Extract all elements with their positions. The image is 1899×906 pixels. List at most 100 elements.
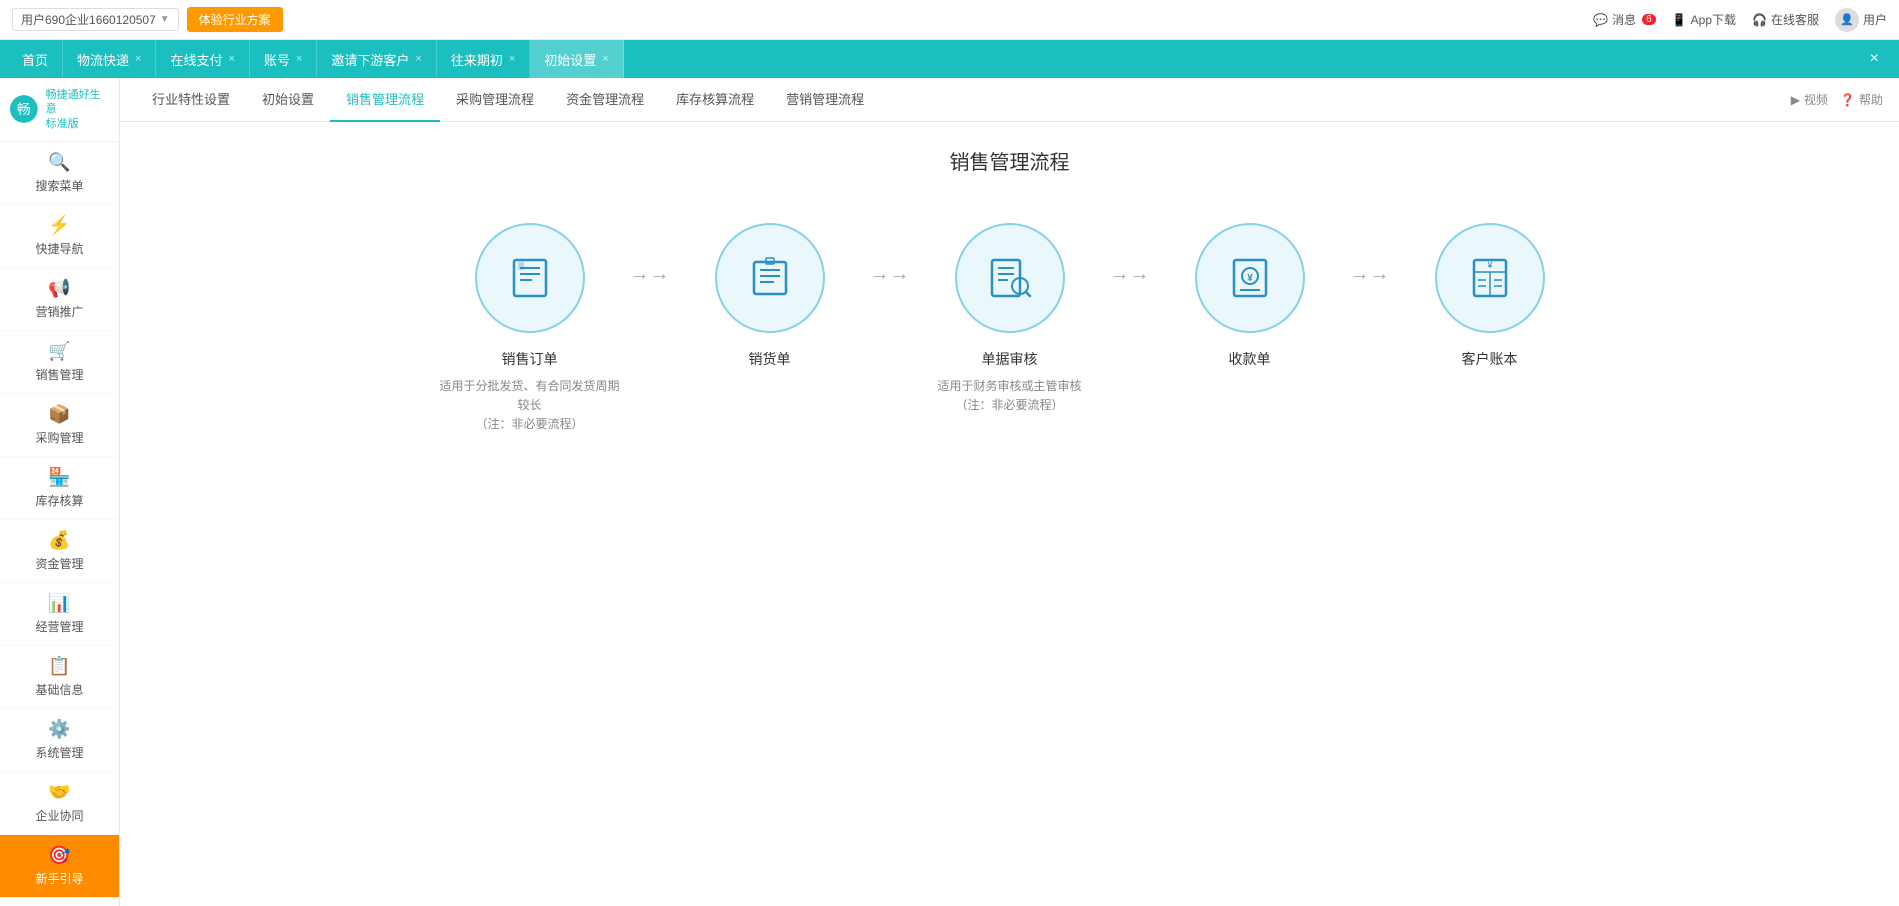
help-label: 帮助 (1859, 91, 1883, 108)
tab-payment-close[interactable]: × (228, 53, 234, 65)
receipt-name: 收款单 (1229, 349, 1271, 369)
quicknav-icon: ⚡ (48, 215, 70, 236)
sidebar-item-marketing[interactable]: 📢 营销推广 (0, 268, 119, 331)
avatar: 👤 (1835, 8, 1859, 32)
headset-icon: 🎧 (1752, 13, 1767, 27)
trial-button[interactable]: 体验行业方案 (187, 7, 283, 32)
system-icon: ⚙️ (48, 719, 70, 740)
video-help[interactable]: ▶ 视频 (1791, 91, 1828, 108)
app-download-item[interactable]: 📱 App下载 (1672, 11, 1736, 28)
tab-logistics-close[interactable]: × (135, 53, 141, 65)
content-area: 行业特性设置 初始设置 销售管理流程 采购管理流程 资金管理流程 库存核算流程 … (120, 78, 1899, 906)
tab-account-close[interactable]: × (296, 53, 302, 65)
sidebar-inventory-label: 库存核算 (35, 492, 83, 509)
tab-invite-close[interactable]: × (415, 53, 421, 65)
tab-payment-label: 在线支付 (170, 50, 222, 69)
tab-setup-label: 初始设置 (544, 50, 596, 69)
question-icon: ❓ (1840, 93, 1855, 107)
sidebar-item-base[interactable]: 📋 基础信息 (0, 646, 119, 709)
delivery-circle (715, 223, 825, 333)
sidebar-item-finance[interactable]: 💰 资金管理 (0, 520, 119, 583)
user-select[interactable]: 用户690企业1660120507 ▼ (12, 8, 179, 31)
tab-invite-label: 邀请下游客户 (331, 50, 409, 69)
sidebar-item-corp-collab[interactable]: 🤝 企业协同 (0, 772, 119, 835)
tab-setup[interactable]: 初始设置 × (530, 40, 623, 78)
tab-setup-close[interactable]: × (602, 53, 608, 65)
user-avatar-item[interactable]: 👤 用户 (1835, 8, 1887, 32)
sub-tab-marketing-flow[interactable]: 营销管理流程 (770, 78, 880, 122)
newguide-icon: 🎯 (48, 845, 70, 866)
service-item[interactable]: 🎧 在线客服 (1752, 11, 1819, 28)
tab-account[interactable]: 账号 × (250, 40, 317, 78)
search-icon: 🔍 (48, 152, 70, 173)
tab-period[interactable]: 往来期初 × (437, 40, 530, 78)
sidebar-corp-collab-label: 企业协同 (35, 807, 83, 824)
tab-period-close[interactable]: × (509, 53, 515, 65)
video-label: 视频 (1804, 91, 1828, 108)
nav-close-all[interactable]: × (1858, 50, 1891, 68)
sidebar-base-label: 基础信息 (35, 681, 83, 698)
sub-tab-purchase-flow[interactable]: 采购管理流程 (440, 78, 550, 122)
page-content: 销售管理流程 销售订单 (120, 122, 1899, 906)
tab-payment[interactable]: 在线支付 × (156, 40, 249, 78)
tab-period-label: 往来期初 (451, 50, 503, 69)
app-label: App下载 (1691, 11, 1736, 28)
sub-tab-marketing-flow-label: 营销管理流程 (786, 89, 864, 108)
tab-home[interactable]: 首页 (8, 40, 63, 78)
flow-item-ledger: ¥ 客户账本 (1400, 223, 1580, 377)
ledger-name: 客户账本 (1462, 349, 1518, 369)
flow-item-sales-order: 销售订单 适用于分批发货、有合同发货周期较长（注：非必要流程） (440, 223, 620, 435)
sidebar-item-system[interactable]: ⚙️ 系统管理 (0, 709, 119, 772)
top-bar: 用户690企业1660120507 ▼ 体验行业方案 💬 消息 6 📱 App下… (0, 0, 1899, 40)
user-name: 用户 (1863, 11, 1887, 28)
sub-tab-inventory-flow[interactable]: 库存核算流程 (660, 78, 770, 122)
tab-invite[interactable]: 邀请下游客户 × (317, 40, 436, 78)
nav-tabs: 首页 物流快递 × 在线支付 × 账号 × 邀请下游客户 × 往来期初 × 初始… (0, 40, 1899, 78)
sub-tab-industry-label: 行业特性设置 (152, 89, 230, 108)
sidebar-item-inventory[interactable]: 🏪 库存核算 (0, 457, 119, 520)
operations-icon: 📊 (48, 593, 70, 614)
sidebar-search-label: 搜索菜单 (35, 177, 83, 194)
sub-tab-industry[interactable]: 行业特性设置 (136, 78, 246, 122)
corp-collab-icon: 🤝 (48, 782, 70, 803)
sub-tab-sales-flow[interactable]: 销售管理流程 (330, 78, 440, 122)
service-label: 在线客服 (1771, 11, 1819, 28)
tab-logistics[interactable]: 物流快递 × (63, 40, 156, 78)
message-item[interactable]: 💬 消息 6 (1593, 11, 1656, 28)
sales-order-name: 销售订单 (502, 349, 558, 369)
message-icon: 💬 (1593, 13, 1608, 27)
sidebar-item-purchase[interactable]: 📦 采购管理 (0, 394, 119, 457)
delivery-name: 销货单 (749, 349, 791, 369)
sales-order-circle (475, 223, 585, 333)
user-label: 用户690企业1660120507 (21, 11, 156, 28)
receipt-circle: ¥ (1195, 223, 1305, 333)
help-link[interactable]: ❓ 帮助 (1840, 91, 1883, 108)
app-icon: 📱 (1672, 13, 1687, 27)
sub-tab-sales-flow-label: 销售管理流程 (346, 89, 424, 108)
sidebar-item-appstore[interactable]: 🛍️ 应用中心 (0, 898, 119, 906)
logo-text: 畅捷通好生意 标准版 (46, 88, 111, 131)
sidebar-finance-label: 资金管理 (35, 555, 83, 572)
sidebar-item-search[interactable]: 🔍 搜索菜单 (0, 142, 119, 205)
logo-icon: 畅 (8, 93, 40, 125)
sidebar-item-newguide[interactable]: 🎯 新手引导 (0, 835, 119, 898)
svg-text:¥: ¥ (1486, 260, 1493, 270)
sub-tab-initial[interactable]: 初始设置 (246, 78, 330, 122)
arrow-3: →→ (1100, 223, 1160, 286)
sales-icon: 🛒 (48, 341, 70, 362)
sub-tab-inventory-flow-label: 库存核算流程 (676, 89, 754, 108)
sidebar-item-sales[interactable]: 🛒 销售管理 (0, 331, 119, 394)
sidebar-marketing-label: 营销推广 (35, 303, 83, 320)
sidebar-item-operations[interactable]: 📊 经营管理 (0, 583, 119, 646)
sidebar-item-quicknav[interactable]: ⚡ 快捷导航 (0, 205, 119, 268)
main-layout: 畅 畅捷通好生意 标准版 🔍 搜索菜单 ⚡ 快捷导航 📢 营销推广 🛒 销售管理… (0, 78, 1899, 906)
delivery-icon (746, 254, 794, 302)
review-circle (955, 223, 1065, 333)
sub-tab-finance-flow[interactable]: 资金管理流程 (550, 78, 660, 122)
arrow-4: →→ (1340, 223, 1400, 286)
marketing-icon: 📢 (48, 278, 70, 299)
sidebar-sales-label: 销售管理 (35, 366, 83, 383)
logo-edition: 标准版 (46, 117, 111, 131)
message-badge: 6 (1642, 14, 1656, 25)
sidebar-quicknav-label: 快捷导航 (35, 240, 83, 257)
